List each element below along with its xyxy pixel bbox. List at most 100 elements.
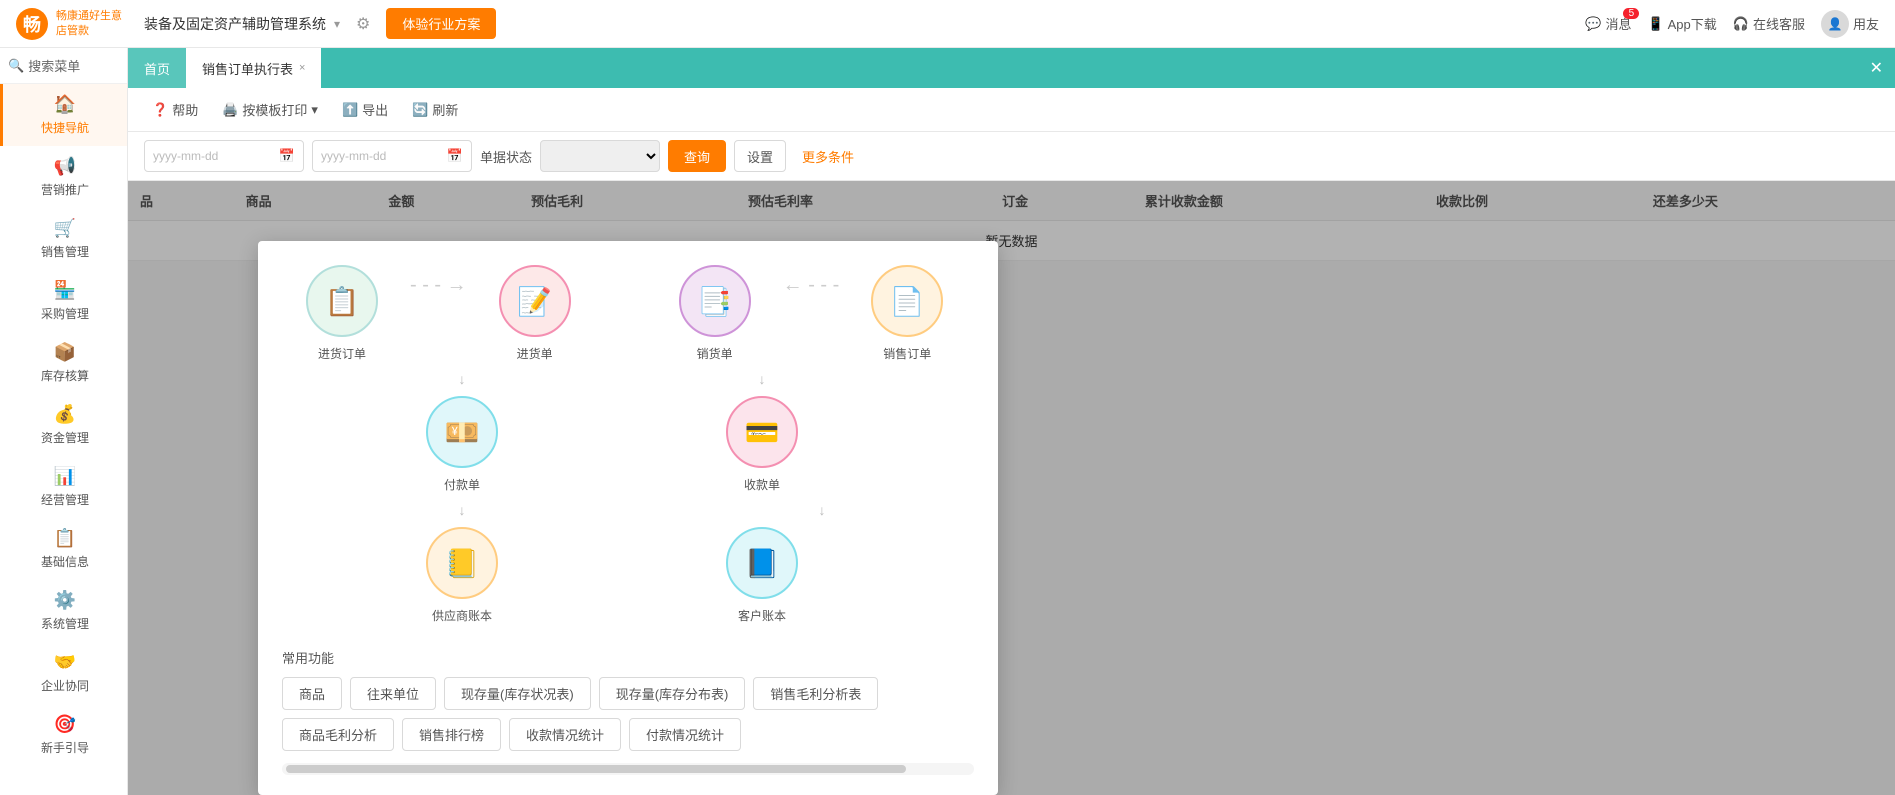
marketing-icon: 📢 [54,156,76,177]
help-btn[interactable]: ❓ 帮助 [144,96,206,123]
dropdown-arrow-icon[interactable]: ▾ [334,17,340,31]
receipt-bill-circle[interactable]: 💳 [726,396,798,468]
workflow-row-arrows: ↓ ↓ [282,370,974,388]
search-icon: 🔍 [8,58,24,74]
sale-order-node: 📄 销售订单 [847,265,967,362]
arrow-right-1: - - - → [402,274,475,325]
sidebar-item-sales[interactable]: 🛒 销售管理 [0,208,127,270]
basic-icon: 📋 [54,528,76,549]
sidebar-item-purchase[interactable]: 🏪 采购管理 [0,270,127,332]
experience-btn[interactable]: 体验行业方案 [386,8,496,39]
supplier-account-circle[interactable]: 📒 [426,527,498,599]
tab-close-icon[interactable]: × [299,62,305,74]
date-end-input[interactable]: yyyy-mm-dd 📅 [312,140,472,172]
close-window-icon[interactable]: ✕ [1858,58,1895,78]
arrow-down-3: ↓ [459,503,466,517]
sidebar-item-finance[interactable]: 💰 资金管理 [0,394,127,456]
settings-icon[interactable]: ⚙ [356,14,370,34]
func-btn-payment-stats[interactable]: 付款情况统计 [629,718,741,751]
arrow-left-1: ← - - - [775,274,848,325]
workflow-row-3: 📒 供应商账本 📘 [282,527,974,624]
supplier-account-label: 供应商账本 [432,607,492,624]
func-btn-receipt-stats[interactable]: 收款情况统计 [509,718,621,751]
user-btn[interactable]: 👤 用友 [1821,10,1879,38]
modal-scroll-thumb [286,765,906,773]
sale-order-circle[interactable]: 📄 [871,265,943,337]
app-download-btn[interactable]: 📱 App下载 [1647,14,1716,33]
func-btn-product[interactable]: 商品 [282,677,342,710]
status-label: 单据状态 [480,147,532,166]
status-select[interactable] [540,140,660,172]
print-icon: 🖨️ [222,102,238,118]
purchase-bill-label: 进货单 [517,345,553,362]
tab-home[interactable]: 首页 [128,48,186,88]
sidebar-item-quick-nav[interactable]: 🏠 快捷导航 [0,84,127,146]
sidebar-item-operations[interactable]: 📊 经营管理 [0,456,127,518]
headset-icon: 🎧 [1733,16,1749,32]
app-wrapper: 畅 畅康通好生意 店管款 装备及固定资产辅助管理系统 ▾ ⚙ 体验行业方案 💬 … [0,0,1895,795]
payment-bill-circle[interactable]: 💴 [426,396,498,468]
operations-icon: 📊 [54,466,76,487]
sale-order-label: 销售订单 [883,345,931,362]
workflow-row-2: 💴 付款单 💳 [282,396,974,493]
payment-bill-label: 付款单 [444,476,480,493]
modal-overlay[interactable]: 📋 进货订单 - - - → [128,181,1895,795]
print-btn[interactable]: 🖨️ 按模板打印 ▾ [214,96,326,123]
content-toolbar: ❓ 帮助 🖨️ 按模板打印 ▾ ⬆️ 导出 🔄 刷新 [128,88,1895,132]
func-btn-stock-dist[interactable]: 现存量(库存分布表) [599,677,746,710]
func-btn-stock-status[interactable]: 现存量(库存状况表) [444,677,591,710]
arrow-down-1: ↓ [459,372,466,386]
workflow-row-arrows2: ↓ ↓ [282,501,974,519]
tab-sales-order[interactable]: 销售订单执行表 × [186,48,321,88]
sale-bill-node: 📑 销货单 [655,265,775,362]
purchase-order-icon: 📋 [325,285,360,318]
search-btn[interactable]: 查询 [668,140,726,172]
workflow-row-1: 📋 进货订单 - - - → [282,265,974,362]
avatar: 👤 [1821,10,1849,38]
search-menu[interactable]: 🔍 搜索菜单 [0,48,127,84]
logo-icon: 畅 [16,8,48,40]
sidebar-item-inventory[interactable]: 📦 库存核算 [0,332,127,394]
customer-account-circle[interactable]: 📘 [726,527,798,599]
refresh-btn[interactable]: 🔄 刷新 [404,96,466,123]
sidebar-item-system[interactable]: ⚙️ 系统管理 [0,580,127,642]
common-functions-section: 常用功能 商品 往来单位 现存量(库存状况表) 现存量(库存分布表) 销售毛利分… [282,648,974,751]
filter-settings-btn[interactable]: 设置 [734,140,786,172]
sale-bill-label: 销货单 [697,345,733,362]
receipt-bill-label: 收款单 [744,476,780,493]
system-title-area: 装备及固定资产辅助管理系统 ▾ ⚙ 体验行业方案 [144,8,1585,39]
more-conditions-link[interactable]: 更多条件 [794,143,862,170]
modal-scrollbar[interactable] [282,763,974,775]
date-start-input[interactable]: yyyy-mm-dd 📅 [144,140,304,172]
purchase-bill-circle[interactable]: 📝 [499,265,571,337]
service-btn[interactable]: 🎧 在线客服 [1733,14,1805,33]
workflow-modal: 📋 进货订单 - - - → [258,241,998,795]
sale-bill-circle[interactable]: 📑 [679,265,751,337]
sidebar-item-marketing[interactable]: 📢 营销推广 [0,146,127,208]
func-btn-sales-profit[interactable]: 销售毛利分析表 [753,677,878,710]
func-btn-product-profit[interactable]: 商品毛利分析 [282,718,394,751]
message-btn[interactable]: 💬 消息 5 [1585,14,1631,33]
common-functions-title: 常用功能 [282,648,974,667]
content-main: 品 商品 金额 预估毛利 预估毛利率 订金 累计收款金额 收款比例 还差多少天 [128,181,1895,795]
receipt-bill-icon: 💳 [745,416,780,449]
top-right: 💬 消息 5 📱 App下载 🎧 在线客服 👤 用友 [1585,10,1879,38]
logo-area: 畅 畅康通好生意 店管款 [16,8,144,40]
workflow-diagram: 📋 进货订单 - - - → [282,265,974,632]
top-bar: 畅 畅康通好生意 店管款 装备及固定资产辅助管理系统 ▾ ⚙ 体验行业方案 💬 … [0,0,1895,48]
func-btn-sales-rank[interactable]: 销售排行榜 [402,718,501,751]
func-btn-partner[interactable]: 往来单位 [350,677,436,710]
purchase-order-node: 📋 进货订单 [282,265,402,362]
sidebar-item-basic[interactable]: 📋 基础信息 [0,518,127,580]
enterprise-icon: 🤝 [54,652,76,673]
sidebar-item-newguide[interactable]: 🎯 新手引导 [0,704,127,766]
func-buttons-group: 商品 往来单位 现存量(库存状况表) 现存量(库存分布表) 销售毛利分析表 商品… [282,677,974,751]
export-btn[interactable]: ⬆️ 导出 [334,96,396,123]
payment-bill-node: 💴 付款单 [402,396,522,493]
supplier-account-icon: 📒 [445,547,480,580]
app-icon: 📱 [1647,16,1663,32]
content-area: 首页 销售订单执行表 × ✕ ❓ 帮助 🖨️ 按模板打印 ▾ [128,48,1895,795]
sidebar-item-enterprise[interactable]: 🤝 企业协同 [0,642,127,704]
purchase-order-circle[interactable]: 📋 [306,265,378,337]
system-icon: ⚙️ [54,590,76,611]
